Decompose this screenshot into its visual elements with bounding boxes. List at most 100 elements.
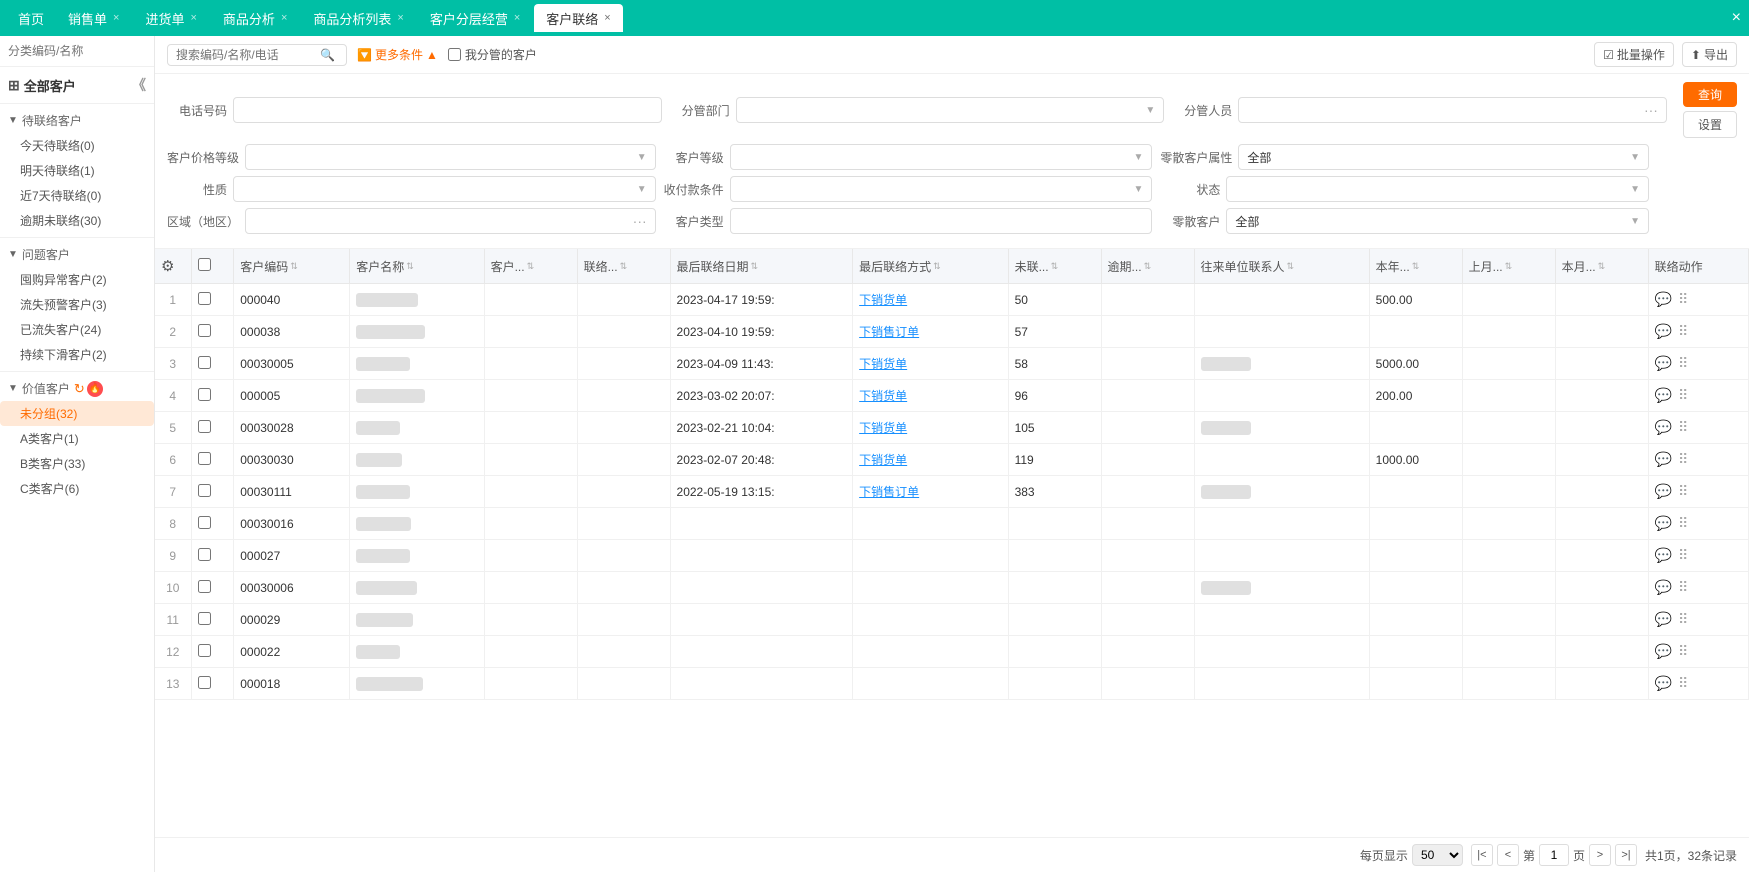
grid-action-icon[interactable]: ⠿ bbox=[1678, 355, 1688, 372]
chat-icon[interactable]: 💬 bbox=[1655, 579, 1672, 596]
chat-icon[interactable]: 💬 bbox=[1655, 291, 1672, 308]
row-select[interactable] bbox=[198, 388, 211, 401]
th-settings[interactable]: ⚙ bbox=[155, 249, 191, 284]
grid-action-icon[interactable]: ⠿ bbox=[1678, 547, 1688, 564]
sidebar-item-abnormal[interactable]: 囤购异常客户(2) bbox=[0, 267, 154, 292]
th-this-month[interactable]: 本月... ⇅ bbox=[1555, 249, 1648, 284]
th-checkbox[interactable] bbox=[191, 249, 234, 284]
row-select[interactable] bbox=[198, 644, 211, 657]
row-select[interactable] bbox=[198, 548, 211, 561]
nature-input[interactable]: ▼ bbox=[233, 176, 656, 202]
my-customers-input[interactable] bbox=[448, 48, 461, 61]
close-all-tabs[interactable]: × bbox=[1732, 9, 1741, 27]
th-type[interactable]: 客户... ⇅ bbox=[484, 249, 577, 284]
main-search-input[interactable] bbox=[176, 48, 316, 62]
last-page-btn[interactable]: >| bbox=[1615, 844, 1637, 866]
prev-page-btn[interactable]: < bbox=[1497, 844, 1519, 866]
chat-icon[interactable]: 💬 bbox=[1655, 419, 1672, 436]
contact-method-link[interactable]: 下销货单 bbox=[859, 421, 907, 435]
th-this-year[interactable]: 本年... ⇅ bbox=[1369, 249, 1462, 284]
phone-input[interactable] bbox=[233, 97, 662, 123]
th-name[interactable]: 客户名称 ⇅ bbox=[350, 249, 484, 284]
chat-icon[interactable]: 💬 bbox=[1655, 451, 1672, 468]
th-last-month[interactable]: 上月... ⇅ bbox=[1462, 249, 1555, 284]
per-page-select[interactable]: 50 100 200 bbox=[1412, 844, 1463, 866]
select-all-checkbox[interactable] bbox=[198, 258, 211, 271]
retail-attr-input[interactable]: 全部 ▼ bbox=[1238, 144, 1649, 170]
chat-icon[interactable]: 💬 bbox=[1655, 355, 1672, 372]
chat-icon[interactable]: 💬 bbox=[1655, 675, 1672, 692]
nav-tab-customer-contact[interactable]: 客户联络 × bbox=[534, 4, 622, 32]
nav-tab-sales[interactable]: 销售单 × bbox=[56, 4, 131, 32]
close-purchase-tab[interactable]: × bbox=[190, 12, 196, 24]
grid-action-icon[interactable]: ⠿ bbox=[1678, 643, 1688, 660]
row-select[interactable] bbox=[198, 420, 211, 433]
row-checkbox[interactable] bbox=[191, 476, 234, 508]
group-pending-contact[interactable]: ▼ 待联络客户 bbox=[0, 108, 154, 133]
grid-action-icon[interactable]: ⠿ bbox=[1678, 483, 1688, 500]
row-checkbox[interactable] bbox=[191, 412, 234, 444]
collapse-btn[interactable]: 《 bbox=[132, 75, 146, 95]
row-checkbox[interactable] bbox=[191, 284, 234, 316]
row-select[interactable] bbox=[198, 612, 211, 625]
chat-icon[interactable]: 💬 bbox=[1655, 483, 1672, 500]
row-checkbox[interactable] bbox=[191, 380, 234, 412]
nav-home[interactable]: 首页 bbox=[8, 9, 54, 28]
sidebar-item-declining[interactable]: 持续下滑客户(2) bbox=[0, 342, 154, 367]
row-checkbox[interactable] bbox=[191, 540, 234, 572]
sidebar-item-a-class[interactable]: A类客户(1) bbox=[0, 426, 154, 451]
chat-icon[interactable]: 💬 bbox=[1655, 643, 1672, 660]
chat-icon[interactable]: 💬 bbox=[1655, 547, 1672, 564]
sidebar-item-lost[interactable]: 已流失客户(24) bbox=[0, 317, 154, 342]
search-btn[interactable]: 查询 bbox=[1683, 82, 1737, 107]
contact-method-link[interactable]: 下销货单 bbox=[859, 453, 907, 467]
all-customers-header[interactable]: ⊞ 全部客户 《 bbox=[0, 67, 154, 99]
nav-tab-analysis-list[interactable]: 商品分析列表 × bbox=[301, 4, 415, 32]
my-customers-checkbox[interactable]: 我分管的客户 bbox=[448, 46, 537, 63]
chat-icon[interactable]: 💬 bbox=[1655, 323, 1672, 340]
th-uncontacted[interactable]: 未联... ⇅ bbox=[1008, 249, 1101, 284]
sidebar-search-input[interactable] bbox=[8, 44, 155, 58]
chat-icon[interactable]: 💬 bbox=[1655, 611, 1672, 628]
th-code[interactable]: 客户编码 ⇅ bbox=[234, 249, 350, 284]
row-checkbox[interactable] bbox=[191, 604, 234, 636]
grid-action-icon[interactable]: ⠿ bbox=[1678, 611, 1688, 628]
sidebar-item-ungroup[interactable]: 未分组(32) bbox=[0, 401, 154, 426]
retail-customer-input[interactable]: 全部 ▼ bbox=[1226, 208, 1649, 234]
export-btn[interactable]: ⬆ 导出 bbox=[1682, 42, 1737, 67]
grid-action-icon[interactable]: ⠿ bbox=[1678, 579, 1688, 596]
row-select[interactable] bbox=[198, 292, 211, 305]
region-input[interactable]: ··· bbox=[245, 208, 656, 234]
row-checkbox[interactable] bbox=[191, 636, 234, 668]
manager-input[interactable]: ··· bbox=[1238, 97, 1667, 123]
th-contact[interactable]: 联络... ⇅ bbox=[577, 249, 670, 284]
contact-method-link[interactable]: 下销货单 bbox=[859, 357, 907, 371]
sidebar-item-today[interactable]: 今天待联络(0) bbox=[0, 133, 154, 158]
page-input[interactable] bbox=[1539, 844, 1569, 866]
batch-op-btn[interactable]: ☑ 批量操作 bbox=[1594, 42, 1674, 67]
th-contact-person[interactable]: 往来单位联系人 ⇅ bbox=[1194, 249, 1369, 284]
row-select[interactable] bbox=[198, 484, 211, 497]
group-value-customers[interactable]: ▼ 价值客户 ↻ 🔥 bbox=[0, 376, 154, 401]
grid-action-icon[interactable]: ⠿ bbox=[1678, 387, 1688, 404]
th-overdue[interactable]: 逾期... ⇅ bbox=[1101, 249, 1194, 284]
reset-btn[interactable]: 设置 bbox=[1683, 111, 1737, 138]
sidebar-search-box[interactable]: 🔍 bbox=[0, 36, 154, 67]
sidebar-item-c-class[interactable]: C类客户(6) bbox=[0, 476, 154, 501]
main-search-box[interactable]: 🔍 bbox=[167, 44, 347, 66]
more-filters-btn[interactable]: 🔽 更多条件 ▲ bbox=[357, 46, 438, 63]
close-sales-tab[interactable]: × bbox=[113, 12, 119, 24]
price-level-input[interactable]: ▼ bbox=[245, 144, 656, 170]
contact-method-link[interactable]: 下销货单 bbox=[859, 293, 907, 307]
close-analysis-tab[interactable]: × bbox=[281, 12, 287, 24]
dept-input[interactable]: ▼ bbox=[736, 97, 1165, 123]
grid-action-icon[interactable]: ⠿ bbox=[1678, 515, 1688, 532]
th-last-date[interactable]: 最后联络日期 ⇅ bbox=[670, 249, 853, 284]
status-input[interactable]: ▼ bbox=[1226, 176, 1649, 202]
close-customer-ops-tab[interactable]: × bbox=[514, 12, 520, 24]
row-checkbox[interactable] bbox=[191, 316, 234, 348]
customer-level-input[interactable]: ▼ bbox=[730, 144, 1153, 170]
row-select[interactable] bbox=[198, 676, 211, 689]
contact-method-link[interactable]: 下销货单 bbox=[859, 389, 907, 403]
chat-icon[interactable]: 💬 bbox=[1655, 387, 1672, 404]
